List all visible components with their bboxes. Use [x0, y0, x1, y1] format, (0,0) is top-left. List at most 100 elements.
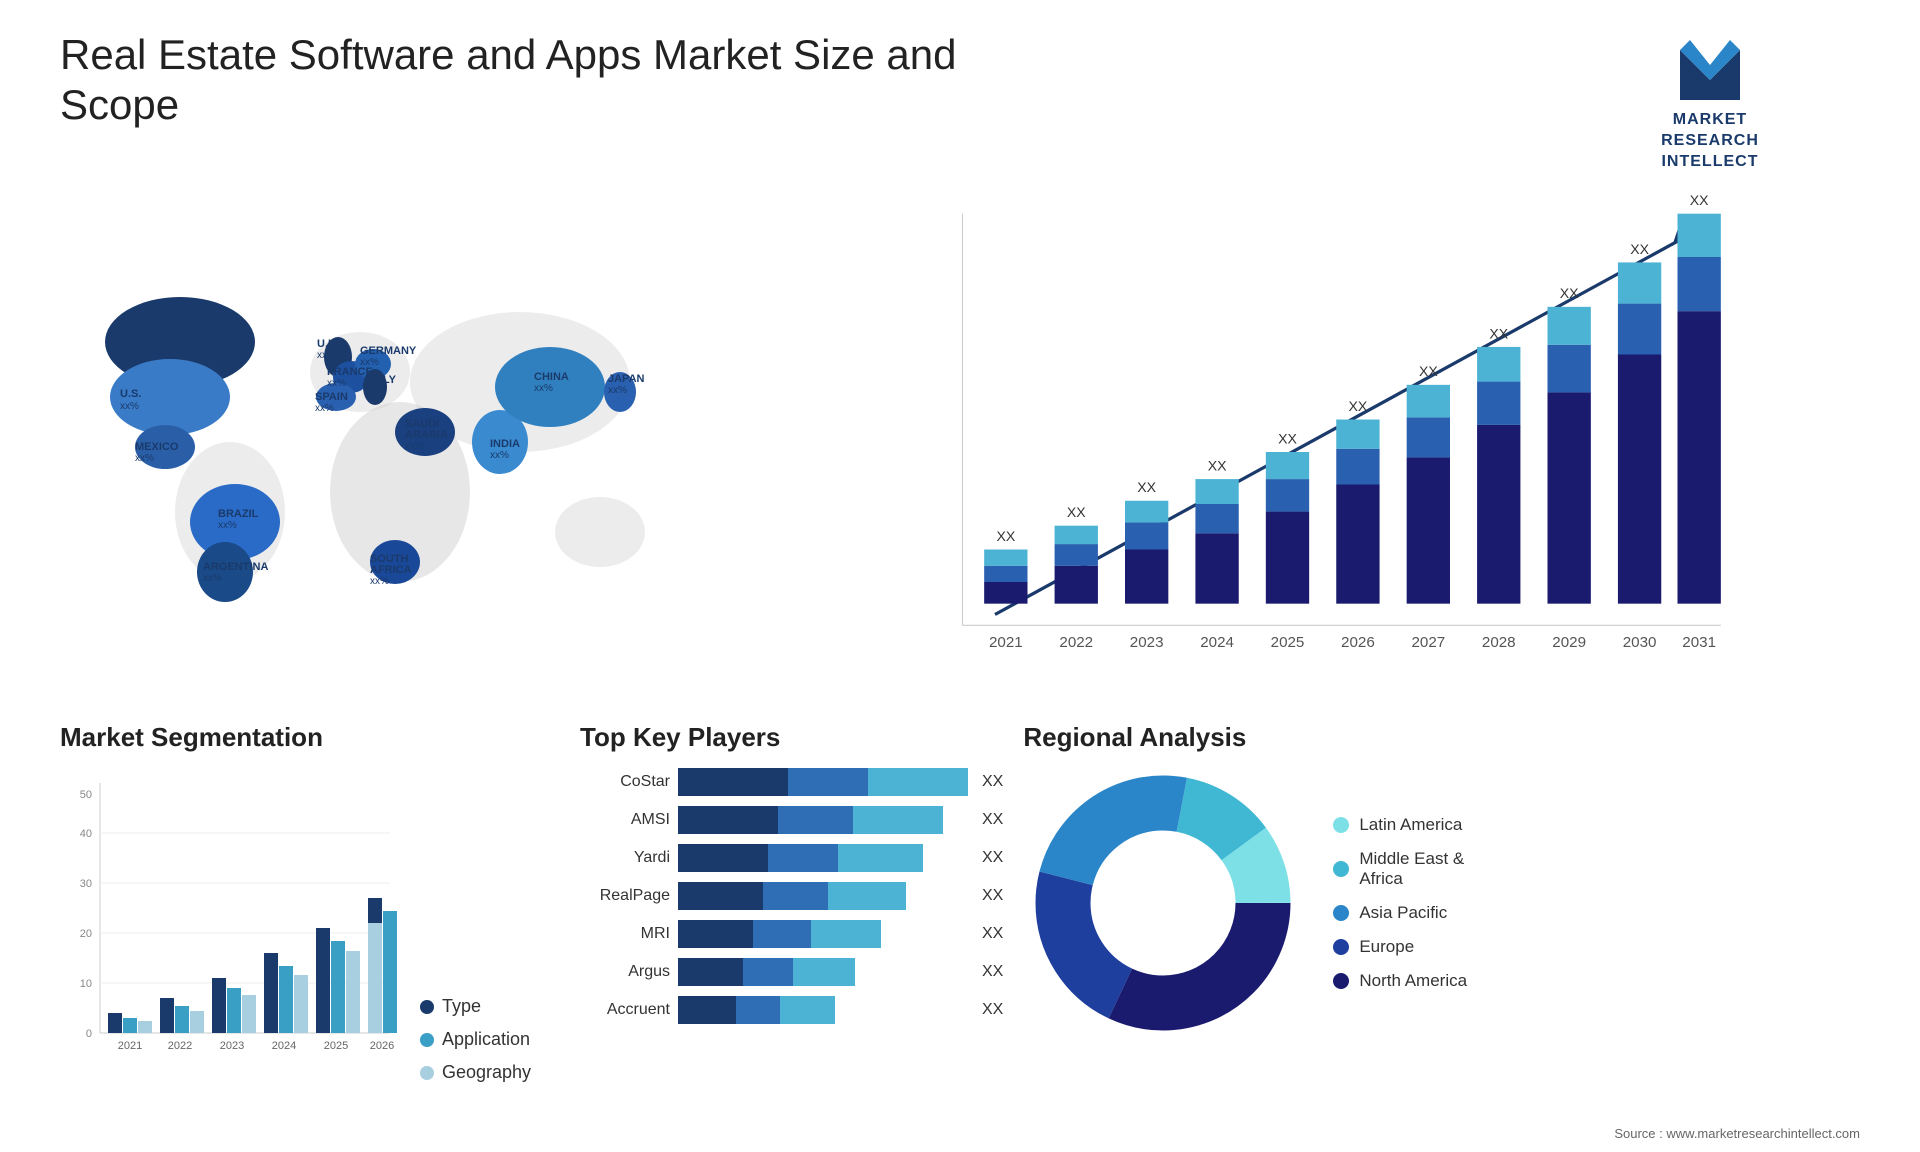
player-bar	[678, 844, 968, 872]
player-bar-container	[678, 882, 968, 910]
legend-europe: Europe	[1333, 937, 1467, 957]
svg-text:2025: 2025	[324, 1040, 348, 1052]
svg-text:xx%: xx%	[608, 385, 627, 396]
player-name: Argus	[580, 963, 670, 981]
players-section: Top Key Players CoStar XX AMSI	[580, 722, 1003, 1152]
segmentation-section: Market Segmentation 0 10 20 30 40	[60, 722, 560, 1152]
svg-text:XX: XX	[1067, 504, 1086, 520]
svg-text:XX: XX	[1489, 326, 1508, 342]
application-dot	[420, 1033, 434, 1047]
regional-legend: Latin America Middle East &Africa Asia P…	[1333, 815, 1467, 991]
europe-dot	[1333, 939, 1349, 955]
world-map: CANADA xx% U.S. xx% MEXICO xx% BRAZIL xx…	[60, 192, 740, 692]
player-bar-container	[678, 768, 968, 796]
player-row-mri: MRI XX	[580, 920, 1003, 948]
svg-text:20: 20	[80, 928, 92, 940]
svg-text:XX: XX	[1349, 398, 1368, 414]
player-value: XX	[982, 811, 1003, 829]
svg-text:2030: 2030	[1623, 634, 1657, 651]
svg-text:10: 10	[80, 978, 92, 990]
header: Real Estate Software and Apps Market Siz…	[60, 30, 1860, 172]
player-bar-container	[678, 958, 968, 986]
page-container: Real Estate Software and Apps Market Siz…	[0, 0, 1920, 1146]
svg-text:2031: 2031	[1682, 634, 1716, 651]
svg-text:U.K.: U.K.	[317, 338, 339, 350]
svg-text:2026: 2026	[1341, 634, 1375, 651]
player-bar	[678, 958, 968, 986]
svg-text:2021: 2021	[118, 1040, 142, 1052]
svg-text:XX: XX	[1690, 192, 1709, 208]
svg-text:JAPAN: JAPAN	[608, 373, 645, 385]
svg-text:2026: 2026	[370, 1040, 394, 1052]
svg-text:XX: XX	[996, 528, 1015, 544]
legend-asia-pacific: Asia Pacific	[1333, 903, 1467, 923]
svg-text:U.S.: U.S.	[120, 388, 141, 400]
svg-text:2023: 2023	[220, 1040, 244, 1052]
svg-text:MEXICO: MEXICO	[135, 441, 179, 453]
player-name: RealPage	[580, 887, 670, 905]
latin-america-label: Latin America	[1359, 815, 1462, 835]
svg-text:xx%: xx%	[366, 386, 385, 397]
logo-text: MARKET RESEARCH INTELLECT	[1661, 110, 1759, 172]
svg-text:BRAZIL: BRAZIL	[218, 508, 259, 520]
svg-text:xx%: xx%	[405, 441, 424, 452]
svg-text:INDIA: INDIA	[490, 438, 520, 450]
svg-text:ARGENTINA: ARGENTINA	[203, 561, 268, 573]
svg-text:ARABIA: ARABIA	[405, 429, 448, 441]
player-name: MRI	[580, 925, 670, 943]
svg-text:50: 50	[80, 789, 92, 801]
asia-pacific-label: Asia Pacific	[1359, 903, 1447, 923]
player-value: XX	[982, 773, 1003, 791]
svg-text:xx%: xx%	[203, 573, 222, 584]
player-row-realpage: RealPage XX	[580, 882, 1003, 910]
segmentation-title: Market Segmentation	[60, 722, 560, 753]
svg-text:2029: 2029	[1552, 634, 1586, 651]
legend-application: Application	[420, 1029, 531, 1050]
europe-label: Europe	[1359, 937, 1414, 957]
player-row-costar: CoStar XX	[580, 768, 1003, 796]
svg-text:2027: 2027	[1411, 634, 1445, 651]
legend-type: Type	[420, 996, 531, 1017]
svg-text:XX: XX	[1560, 286, 1579, 302]
logo-icon	[1670, 30, 1750, 110]
svg-text:xx%: xx%	[120, 401, 139, 412]
svg-text:2023: 2023	[1130, 634, 1164, 651]
svg-text:2024: 2024	[272, 1040, 296, 1052]
svg-text:xx%: xx%	[360, 357, 379, 368]
geography-dot	[420, 1066, 434, 1080]
middle-east-label: Middle East &Africa	[1359, 849, 1464, 889]
legend-north-america: North America	[1333, 971, 1467, 991]
donut-container: Latin America Middle East &Africa Asia P…	[1023, 763, 1860, 1043]
players-title: Top Key Players	[580, 722, 1003, 753]
svg-text:ITALY: ITALY	[366, 374, 397, 386]
svg-text:xx%: xx%	[534, 383, 553, 394]
logo-area: MARKET RESEARCH INTELLECT	[1560, 30, 1860, 172]
svg-text:GERMANY: GERMANY	[360, 345, 417, 357]
player-row-argus: Argus XX	[580, 958, 1003, 986]
legend-type-label: Type	[442, 996, 481, 1017]
player-bar-container	[678, 806, 968, 834]
seg-legend: Type Application Geography	[420, 996, 531, 1083]
legend-middle-east: Middle East &Africa	[1333, 849, 1467, 889]
svg-text:XX: XX	[1630, 241, 1649, 257]
player-row-yardi: Yardi XX	[580, 844, 1003, 872]
player-bar-container	[678, 844, 968, 872]
player-bar	[678, 882, 968, 910]
player-value: XX	[982, 887, 1003, 905]
legend-geography-label: Geography	[442, 1062, 531, 1083]
bar-chart: XX XX XX XX XX	[780, 192, 1860, 712]
regional-section: Regional Analysis	[1023, 722, 1860, 1152]
svg-text:2022: 2022	[168, 1040, 192, 1052]
player-bar	[678, 806, 968, 834]
svg-text:xx%: xx%	[490, 450, 509, 461]
svg-text:AFRICA: AFRICA	[370, 564, 412, 576]
regional-title: Regional Analysis	[1023, 722, 1860, 753]
svg-text:xx%: xx%	[140, 335, 159, 346]
player-name: Accruent	[580, 1001, 670, 1019]
player-name: CoStar	[580, 773, 670, 791]
svg-text:CANADA: CANADA	[140, 321, 188, 333]
source-text: Source : www.marketresearchintellect.com	[1614, 1126, 1860, 1141]
svg-text:XX: XX	[1419, 364, 1438, 380]
svg-text:XX: XX	[1208, 458, 1227, 474]
players-list: CoStar XX AMSI	[580, 768, 1003, 1024]
